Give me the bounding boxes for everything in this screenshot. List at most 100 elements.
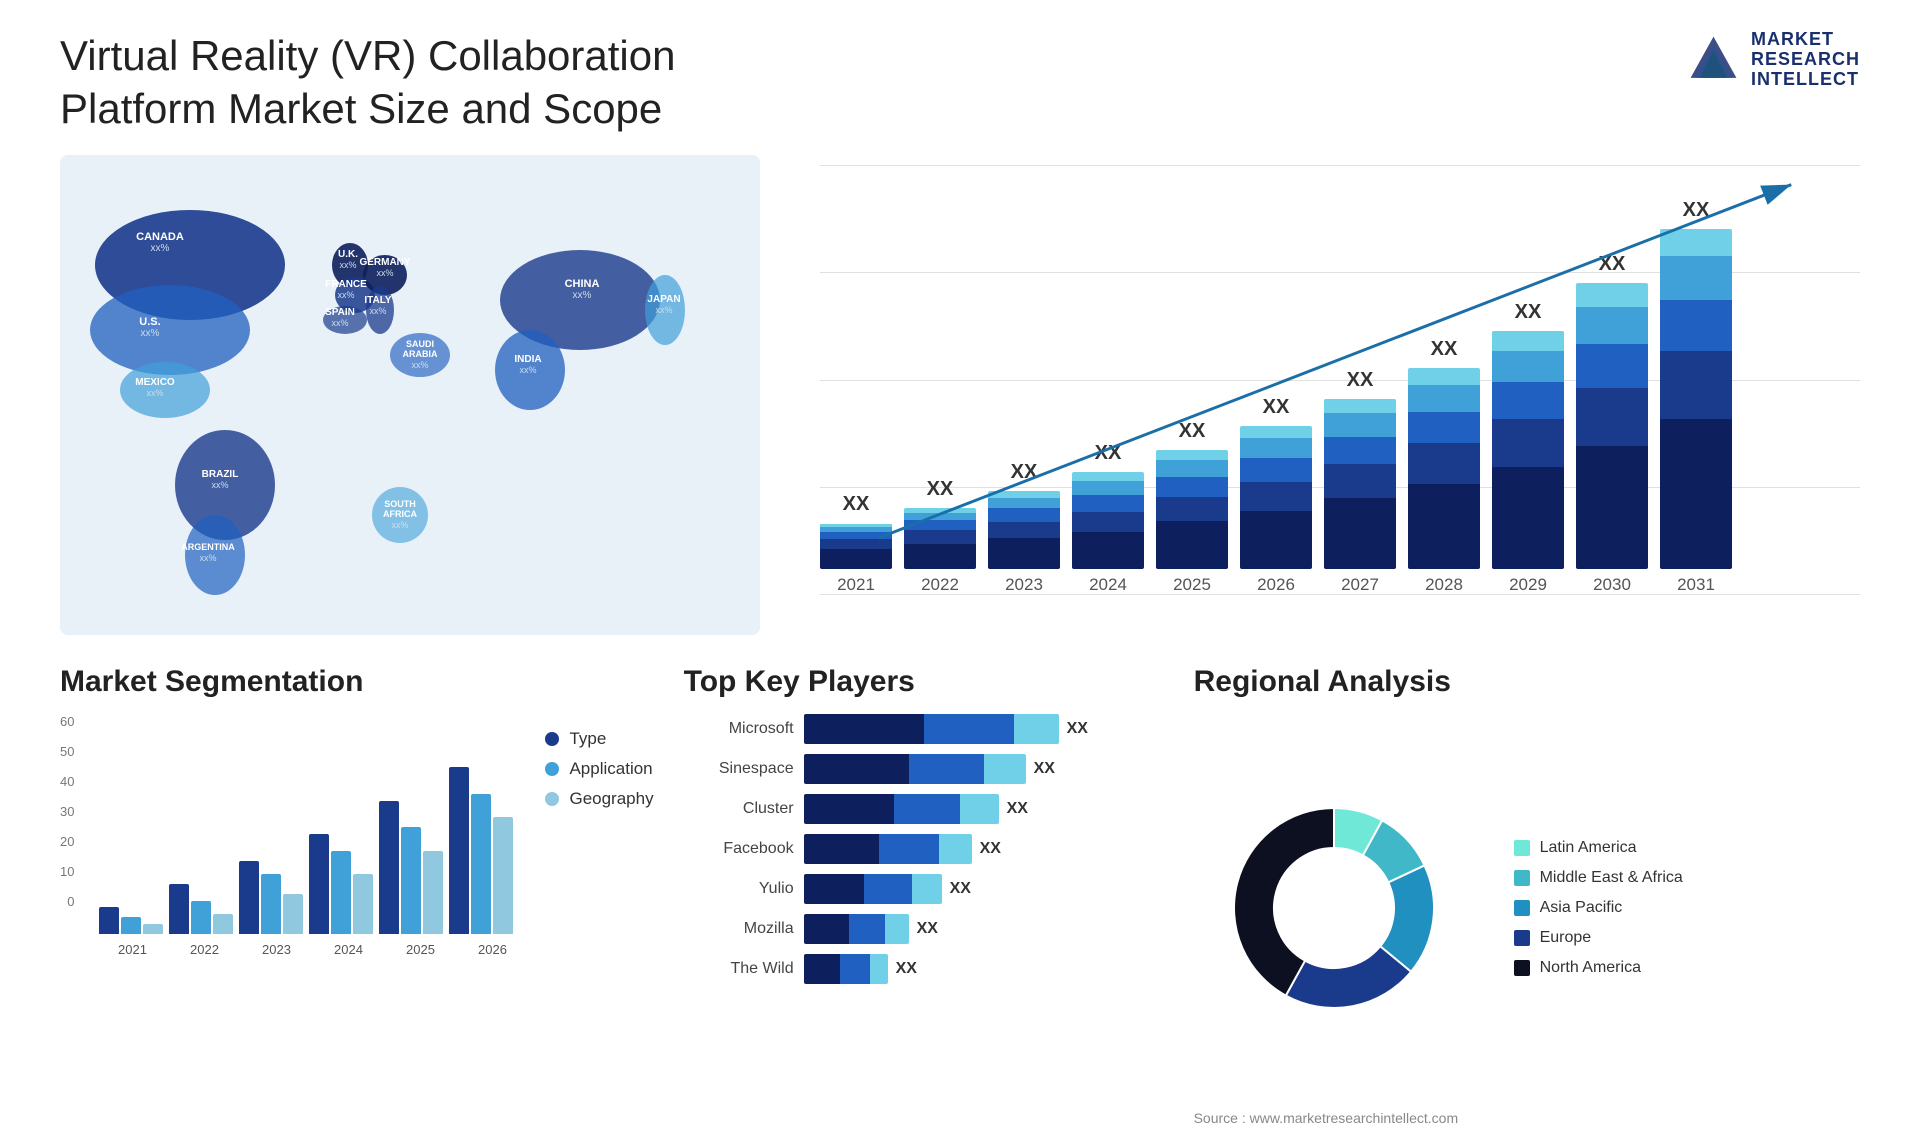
seg-bar-group <box>239 861 303 934</box>
player-bar-segment <box>912 874 942 904</box>
svg-text:JAPAN: JAPAN <box>647 294 680 305</box>
stacked-bar <box>1492 331 1564 569</box>
player-row: ClusterXX <box>684 794 1164 824</box>
bar-segment <box>1240 511 1312 569</box>
seg-bar <box>239 861 259 934</box>
regional-legend-item: Middle East & Africa <box>1514 869 1683 887</box>
bar-segment <box>1408 443 1480 484</box>
player-row: FacebookXX <box>684 834 1164 864</box>
seg-y-label: 10 <box>60 864 74 879</box>
logo-box: MARKET RESEARCH INTELLECT <box>1686 30 1860 89</box>
seg-y-label: 30 <box>60 804 74 819</box>
player-bar-xx: XX <box>1034 760 1055 778</box>
player-bar-xx: XX <box>917 920 938 938</box>
svg-text:xx%: xx% <box>146 388 163 398</box>
svg-text:GERMANY: GERMANY <box>359 257 410 268</box>
seg-x-label: 2023 <box>243 942 309 957</box>
bar-group: XX2030 <box>1576 253 1648 595</box>
bar-year-label: 2029 <box>1509 575 1547 595</box>
regional-legend-item: Latin America <box>1514 839 1683 857</box>
svg-text:xx%: xx% <box>411 360 428 370</box>
svg-text:SPAIN: SPAIN <box>325 307 355 318</box>
svg-text:BRAZIL: BRAZIL <box>202 469 239 480</box>
player-bar-container: XX <box>804 914 938 944</box>
seg-bar <box>493 817 513 934</box>
donut-container <box>1194 768 1474 1048</box>
regional-legend-item: Asia Pacific <box>1514 899 1683 917</box>
svg-text:U.K.: U.K. <box>338 249 358 260</box>
seg-bar <box>449 767 469 934</box>
svg-text:xx%: xx% <box>141 328 160 339</box>
player-bar-xx: XX <box>950 880 971 898</box>
bar-group: XX2023 <box>988 461 1060 595</box>
bar-segment <box>1324 464 1396 498</box>
world-map-svg: CANADA xx% U.S. xx% MEXICO xx% BRAZIL xx… <box>60 155 760 635</box>
regional-legend-item: North America <box>1514 959 1683 977</box>
player-bar-segment <box>804 954 840 984</box>
player-row: MicrosoftXX <box>684 714 1164 744</box>
seg-bar <box>191 901 211 934</box>
svg-text:xx%: xx% <box>519 365 536 375</box>
bar-segment <box>1492 382 1564 419</box>
header: Virtual Reality (VR) Collaboration Platf… <box>60 30 1860 135</box>
bar-segment <box>1072 512 1144 532</box>
seg-x-label: 2022 <box>171 942 237 957</box>
player-bar-segment <box>804 714 924 744</box>
seg-y-label: 0 <box>60 894 74 909</box>
seg-legend-item: Type <box>545 729 653 749</box>
top-section: CANADA xx% U.S. xx% MEXICO xx% BRAZIL xx… <box>60 155 1860 635</box>
player-bar-segment <box>804 754 909 784</box>
seg-bar <box>471 794 491 934</box>
seg-bars-container <box>99 714 525 934</box>
player-bar-container: XX <box>804 794 1028 824</box>
player-name: Facebook <box>684 840 794 858</box>
bar-segment <box>1072 481 1144 495</box>
bar-group: XX2027 <box>1324 369 1396 595</box>
svg-text:xx%: xx% <box>331 318 348 328</box>
player-bar-segment <box>864 874 912 904</box>
bar-label-top: XX <box>1431 338 1458 366</box>
player-bar-segment <box>804 794 894 824</box>
legend-square <box>1514 870 1530 886</box>
bar-segment <box>1156 521 1228 569</box>
bar-segment <box>1408 484 1480 569</box>
bar-label-top: XX <box>1263 396 1290 424</box>
svg-text:xx%: xx% <box>339 260 356 270</box>
bar-segment <box>988 498 1060 508</box>
bar-group: XX2029 <box>1492 301 1564 595</box>
seg-x-label: 2021 <box>99 942 165 957</box>
player-bar-xx: XX <box>1007 800 1028 818</box>
stacked-bar <box>1072 472 1144 569</box>
seg-legend-item: Application <box>545 759 653 779</box>
svg-text:SOUTH: SOUTH <box>384 499 416 509</box>
bar-segment <box>1324 498 1396 569</box>
bar-segment <box>988 491 1060 498</box>
bar-segment <box>1660 351 1732 419</box>
bar-group: XX2024 <box>1072 442 1144 595</box>
seg-x-labels: 202120222023202420252026 <box>99 938 525 957</box>
stacked-bar <box>904 508 976 569</box>
player-bar-segment <box>804 914 849 944</box>
player-bar <box>804 834 972 864</box>
player-bar-segment <box>804 874 864 904</box>
bar-label-top: XX <box>1683 199 1710 227</box>
bar-chart-inner: XX2021XX2022XX2023XX2024XX2025XX2026XX20… <box>800 165 1860 625</box>
bar-segment <box>1324 399 1396 413</box>
svg-text:MEXICO: MEXICO <box>135 377 175 388</box>
regional-content: Latin America Middle East & Africa Asia Pa… <box>1194 714 1683 1102</box>
seg-bar <box>423 851 443 934</box>
seg-bar <box>353 874 373 934</box>
bar-label-top: XX <box>1011 461 1038 489</box>
svg-text:xx%: xx% <box>573 290 592 301</box>
player-name: Yulio <box>684 880 794 898</box>
seg-y-label: 60 <box>60 714 74 729</box>
bar-year-label: 2028 <box>1425 575 1463 595</box>
player-bar-container: XX <box>804 954 917 984</box>
stacked-bar <box>1408 368 1480 569</box>
seg-bar-group <box>309 834 373 934</box>
player-bar-segment <box>885 914 909 944</box>
bar-segment <box>988 538 1060 569</box>
seg-legend-label: Type <box>569 729 606 749</box>
donut-svg <box>1194 768 1474 1048</box>
bar-segment <box>1576 307 1648 344</box>
